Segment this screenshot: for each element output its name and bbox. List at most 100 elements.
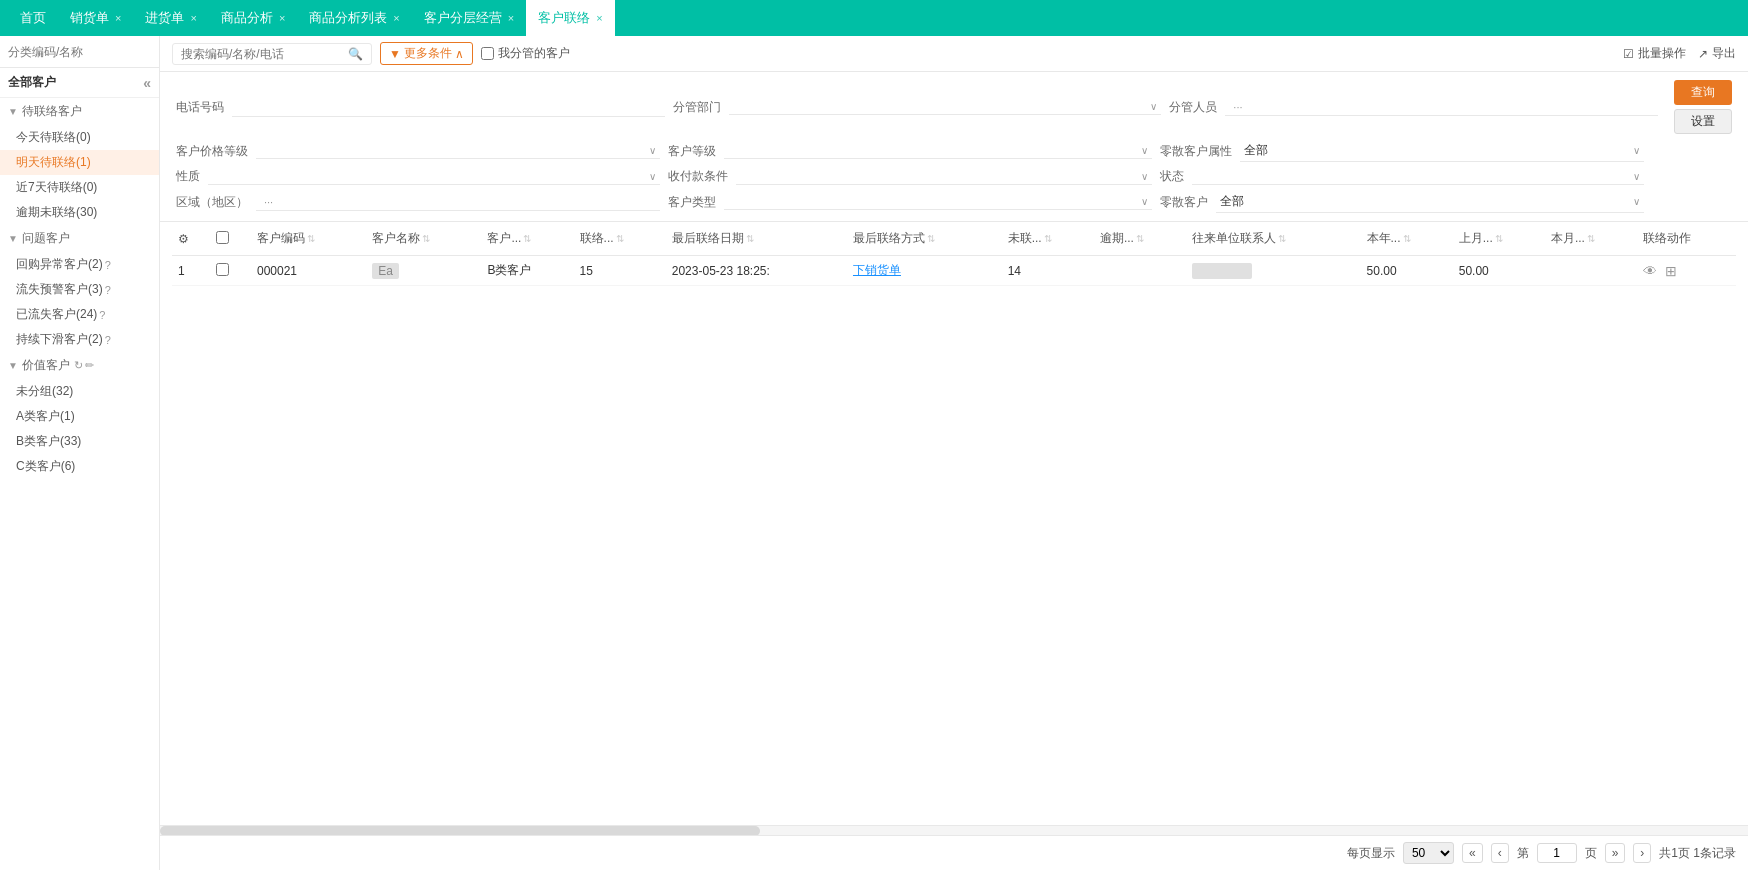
filter-cell-phone: 电话号码: [176, 98, 665, 117]
sidebar-item-a-class[interactable]: A类客户(1): [0, 404, 159, 429]
batch-op-button[interactable]: ☑ 批量操作: [1623, 45, 1686, 62]
value-customer-group[interactable]: ▼ 价值客户 ↻ ✏: [0, 352, 159, 379]
sort-icon[interactable]: ⇅: [1136, 233, 1144, 244]
customer-type-select[interactable]: ∨: [724, 194, 1152, 210]
col-checkbox[interactable]: [210, 222, 251, 256]
row-contact-person: [1186, 256, 1360, 286]
pending-contact-group[interactable]: ▼ 待联络客户: [0, 98, 159, 125]
close-icon[interactable]: ×: [508, 12, 514, 24]
nav-item-customer-contact[interactable]: 客户联络 ×: [526, 0, 614, 36]
close-icon[interactable]: ×: [115, 12, 121, 24]
phone-input[interactable]: [232, 98, 665, 117]
close-icon[interactable]: ×: [393, 12, 399, 24]
help-icon: ?: [105, 259, 111, 271]
col-uncontacted: 未联... ⇅: [1002, 222, 1094, 256]
sort-icon[interactable]: ⇅: [422, 233, 430, 244]
chevron-down-icon: ∨: [1141, 171, 1148, 182]
next-page-button[interactable]: »: [1605, 843, 1626, 863]
search-input[interactable]: [181, 47, 348, 61]
sidebar-item-repurchase-abnormal[interactable]: 回购异常客户(2) ?: [0, 252, 159, 277]
toolbar-right: ☑ 批量操作 ↗ 导出: [1623, 45, 1736, 62]
refresh-icon[interactable]: ↻: [74, 359, 83, 372]
sort-icon[interactable]: ⇅: [746, 233, 754, 244]
sidebar-item-7days-contact[interactable]: 近7天待联络(0): [0, 175, 159, 200]
dept-select[interactable]: ∨: [729, 99, 1162, 115]
page-input[interactable]: [1537, 843, 1577, 863]
sidebar-item-ungrouped[interactable]: 未分组(32): [0, 379, 159, 404]
close-icon[interactable]: ×: [190, 12, 196, 24]
sort-icon[interactable]: ⇅: [1587, 233, 1595, 244]
query-button[interactable]: 查询: [1674, 80, 1732, 105]
col-settings[interactable]: ⚙: [172, 222, 210, 256]
nav-item-home[interactable]: 首页: [8, 0, 58, 36]
nav-item-analysis-list[interactable]: 商品分析列表 ×: [297, 0, 411, 36]
sort-icon[interactable]: ⇅: [1403, 233, 1411, 244]
grid-icon[interactable]: ⊞: [1665, 263, 1677, 279]
status-select[interactable]: ∨: [1192, 169, 1644, 185]
row-checkbox[interactable]: [210, 256, 251, 286]
sort-icon[interactable]: ⇅: [1044, 233, 1052, 244]
table-body: 1 000021 Ea B类客户 15 2023-05-23 18:25: 下销…: [172, 256, 1736, 286]
close-icon[interactable]: ×: [279, 12, 285, 24]
sort-icon[interactable]: ⇅: [616, 233, 624, 244]
sidebar-search: 🔍: [0, 36, 159, 68]
region-select[interactable]: ···: [256, 194, 660, 211]
value-level-select[interactable]: ∨: [256, 143, 660, 159]
top-nav: 首页 销货单 × 进货单 × 商品分析 × 商品分析列表 × 客户分层经营 × …: [0, 0, 1748, 36]
select-all-checkbox[interactable]: [216, 231, 229, 244]
last-page-button[interactable]: ›: [1633, 843, 1651, 863]
sidebar-item-churn-warning[interactable]: 流失预警客户(3) ?: [0, 277, 159, 302]
customer-level-select[interactable]: ∨: [724, 143, 1152, 159]
filter-cell-retail-customer: 零散客户 全部 ∨: [1160, 191, 1644, 213]
arrow-icon: ▼: [8, 233, 18, 244]
close-icon[interactable]: ×: [596, 12, 602, 24]
nav-item-customer-layer[interactable]: 客户分层经营 ×: [412, 0, 526, 36]
view-icon[interactable]: 👁: [1643, 263, 1657, 279]
search-icon[interactable]: 🔍: [348, 47, 363, 61]
filter-cell-customer-level: 客户等级 ∨: [668, 143, 1152, 160]
edit-icon[interactable]: ✏: [85, 359, 94, 372]
retail-customer-select[interactable]: 全部 ∨: [1216, 191, 1644, 213]
last-contact-link[interactable]: 下销货单: [853, 263, 901, 277]
nav-item-sales[interactable]: 销货单 ×: [58, 0, 133, 36]
reset-button[interactable]: 设置: [1674, 109, 1732, 134]
sidebar-item-tomorrow-contact[interactable]: 明天待联络(1): [0, 150, 159, 175]
sort-icon[interactable]: ⇅: [523, 233, 531, 244]
filter-cell-dept: 分管部门 ∨: [673, 99, 1162, 116]
sidebar-item-b-class[interactable]: B类客户(33): [0, 429, 159, 454]
sort-icon[interactable]: ⇅: [1278, 233, 1286, 244]
export-button[interactable]: ↗ 导出: [1698, 45, 1736, 62]
col-this-year: 本年... ⇅: [1361, 222, 1453, 256]
row-select-checkbox[interactable]: [216, 263, 229, 276]
sidebar-item-churned[interactable]: 已流失客户(24) ?: [0, 302, 159, 327]
first-page-button[interactable]: «: [1462, 843, 1483, 863]
nav-item-purchase[interactable]: 进货单 ×: [133, 0, 208, 36]
person-select[interactable]: ···: [1225, 99, 1658, 116]
prev-page-button[interactable]: ‹: [1491, 843, 1509, 863]
sidebar-item-c-class[interactable]: C类客户(6): [0, 454, 159, 479]
more-conditions-button[interactable]: ▼ 更多条件 ∧: [380, 42, 473, 65]
filter-row-4: 区域（地区） ··· 客户类型 ∨ 零散客户 全部 ∨: [176, 191, 1732, 213]
sidebar-search-input[interactable]: [8, 45, 158, 59]
row-last-contact-method[interactable]: 下销货单: [847, 256, 1002, 286]
page-size-select[interactable]: 50 100: [1403, 842, 1454, 864]
sort-icon[interactable]: ⇅: [927, 233, 935, 244]
sort-icon[interactable]: ⇅: [1495, 233, 1503, 244]
retail-attr-select[interactable]: 全部 ∨: [1240, 140, 1644, 162]
col-this-month: 本月... ⇅: [1545, 222, 1637, 256]
row-actions: 👁 ⊞: [1637, 256, 1736, 286]
more-icon[interactable]: ···: [1233, 101, 1242, 113]
col-code: 客户编码 ⇅: [251, 222, 366, 256]
payment-select[interactable]: ∨: [736, 169, 1152, 185]
problem-customer-group[interactable]: ▼ 问题客户: [0, 225, 159, 252]
more-icon[interactable]: ···: [264, 196, 273, 208]
nav-item-analysis[interactable]: 商品分析 ×: [209, 0, 297, 36]
sidebar-item-today-contact[interactable]: 今天待联络(0): [0, 125, 159, 150]
my-customers-checkbox[interactable]: [481, 47, 494, 60]
sidebar-item-overdue-contact[interactable]: 逾期未联络(30): [0, 200, 159, 225]
sidebar-item-declining[interactable]: 持续下滑客户(2) ?: [0, 327, 159, 352]
sort-icon[interactable]: ⇅: [307, 233, 315, 244]
all-customers-header[interactable]: 全部客户 «: [0, 68, 159, 98]
nature-select[interactable]: ∨: [208, 169, 660, 185]
horizontal-scrollbar[interactable]: [160, 825, 1748, 835]
